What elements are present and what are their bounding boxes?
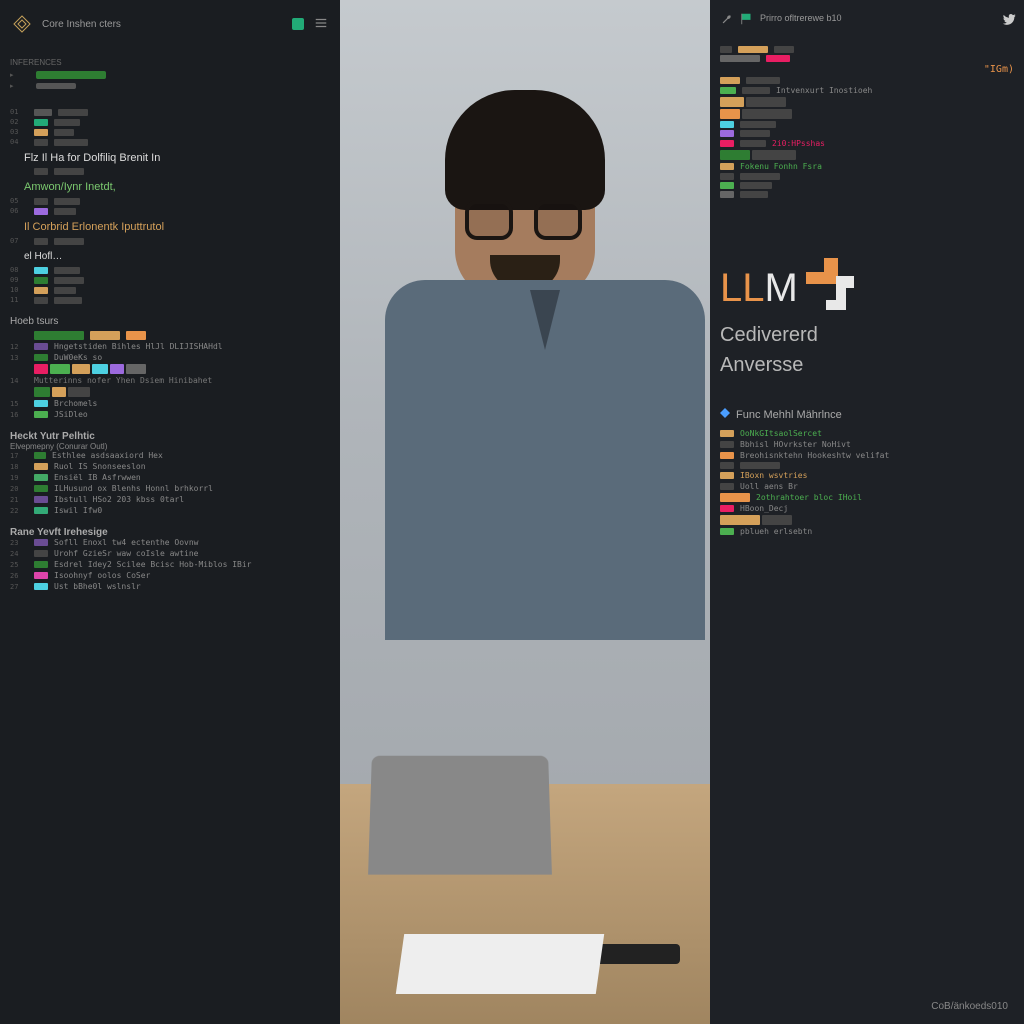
left-code-panel: Core Inshen cters INFERENCES ▸ ▸ 01 02 0… [0,0,340,1024]
left-header: Core Inshen cters [10,12,330,44]
bottom-code-block: OoNkGItsaolSercet Bbhisl HOvrkster NoHiv… [720,429,1014,536]
inference-section: INFERENCES ▸ ▸ [10,58,330,90]
brand-shape-icon [806,258,856,318]
center-photo-panel [340,0,710,1024]
mid-title-3: Rane Yevft Irehesige [10,527,330,538]
progress-row: ▸ [10,71,330,79]
heading-2: Amwon/Iynr Inetdt, [24,181,330,193]
heading-3: Il Corbrid Erlonentk Iputtrutol [24,221,330,233]
progress-row: ▸ [10,82,330,90]
code-block-top: 01 02 03 04 [10,108,330,146]
flag-icon [740,12,752,24]
brand-text-m: M [765,266,798,310]
mid-sub-2: Elvepmepny (Conurar Outl) [10,442,330,451]
brand-block: LLM Cedivererd Anversse [720,258,1014,378]
footer-text: CoB/änkoeds010 [931,1001,1008,1012]
mid-title-2: Heckt Yutr Pelhtic [10,431,330,442]
section-label: INFERENCES [10,58,330,67]
bottom-section-title: Func Mehhl Mährlnce [720,408,1014,421]
twitter-icon[interactable] [1002,12,1014,24]
badge-icon[interactable] [290,16,306,32]
brand-text-ll: LL [720,266,765,310]
wrench-icon[interactable] [720,12,732,24]
mid-title-1: Hoeb tsurs [10,316,330,327]
menu-icon[interactable] [314,16,330,32]
brand-sub-2: Anversse [720,352,1014,378]
line-gutter: ▸ [10,71,30,79]
heading-1: Flz Il Ha for Dolfiliq Brenit In [24,152,330,164]
top-code-block: "IGm) Intvenxurt Inostioeh 2i0:HPsshas F… [720,46,1014,198]
right-header-title: Prirro ofltrerewe b10 [760,13,994,23]
right-panel: Prirro ofltrerewe b10 "IGm) Intvenxurt I… [710,0,1024,1024]
progress-bar [36,71,106,79]
app-logo-icon [10,12,34,36]
right-header: Prirro ofltrerewe b10 [720,12,1014,32]
left-header-title: Core Inshen cters [42,19,282,30]
developer-photo [340,0,710,1024]
diamond-icon [720,408,730,421]
heading-4: el Hofl… [24,251,330,262]
progress-bar [36,83,76,89]
brand-sub-1: Cedivererd [720,322,1014,348]
line-gutter: ▸ [10,82,30,90]
